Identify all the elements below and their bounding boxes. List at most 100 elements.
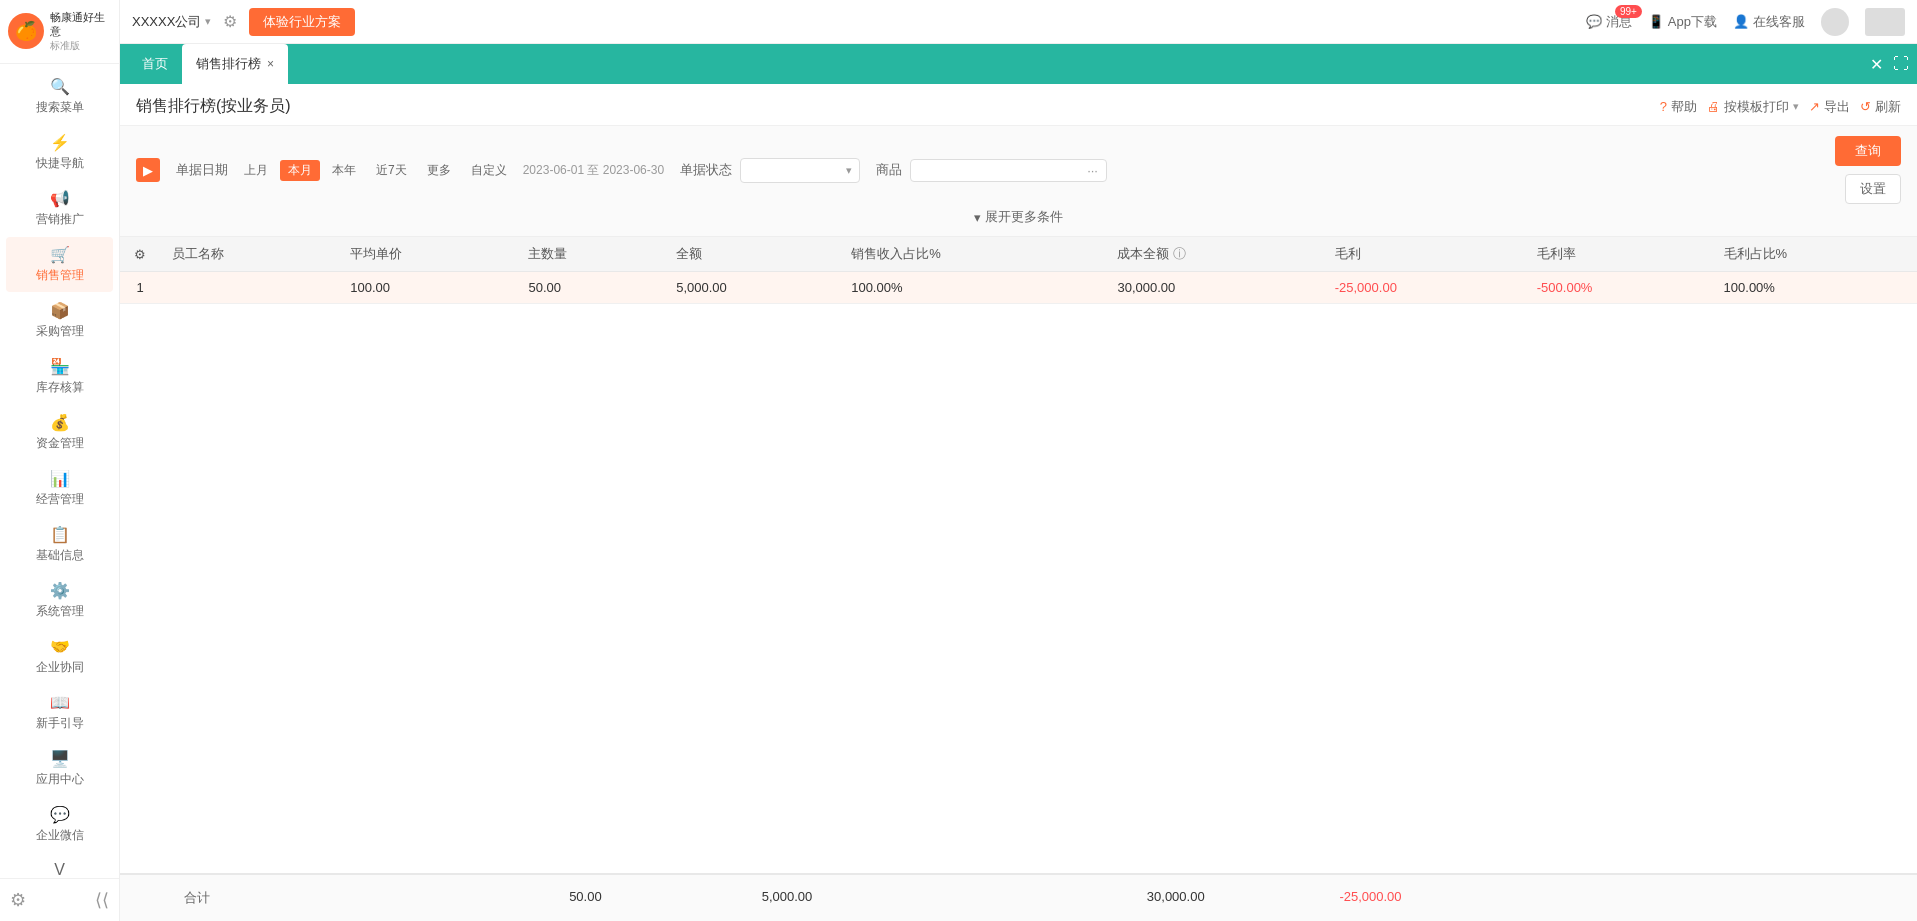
sidebar-label-12: 应用中心 [36,771,84,788]
sidebar-icon-11: 📖 [50,693,70,712]
collapse-icon[interactable]: ⟨⟨ [95,889,109,911]
trial-button[interactable]: 体验行业方案 [249,8,355,36]
sidebar-item-11[interactable]: 📖新手引导 [6,685,113,740]
col-settings[interactable]: ⚙ [120,237,160,272]
expand-button[interactable]: ▾ 展开更多条件 [974,208,1063,226]
data-table: ⚙ 员工名称 平均单价 主数量 全额 销售收入占比% 成本全额 ⓘ 毛利 毛利率… [120,237,1917,304]
row-avg-price: 100.00 [338,272,516,304]
avatar[interactable] [1821,8,1849,36]
col-sales-pct: 销售收入占比% [839,237,1105,272]
table-head: ⚙ 员工名称 平均单价 主数量 全额 销售收入占比% 成本全额 ⓘ 毛利 毛利率… [120,237,1917,272]
sidebar-item-4[interactable]: 📦采购管理 [6,293,113,348]
table-footer: 合计 50.00 5,000.00 30,000.00 -25,000.00 [120,873,1917,921]
tab-close-icon[interactable]: × [267,57,274,71]
sidebar-item-3[interactable]: 🛒销售管理 [6,237,113,292]
export-button[interactable]: ↗ 导出 [1809,98,1850,116]
row-qty: 50.00 [516,272,664,304]
sidebar-item-0[interactable]: 🔍搜索菜单 [6,69,113,124]
sidebar-item-6[interactable]: 💰资金管理 [6,405,113,460]
sidebar-icon-6: 💰 [50,413,70,432]
sidebar-item-1[interactable]: ⚡快捷导航 [6,125,113,180]
status-select[interactable] [740,158,860,183]
col-avg-price: 平均单价 [338,237,516,272]
settings-icon[interactable]: ⚙ [10,889,26,911]
right-buttons: 查询 设置 [1835,136,1901,204]
sidebar-item-13[interactable]: 💬企业微信 [6,797,113,852]
header-settings-icon[interactable]: ⚙ [223,12,237,31]
footer-qty: 50.00 [557,883,750,913]
sidebar-icon-0: 🔍 [50,77,70,96]
footer-settings [132,883,172,913]
filter-area: ▶ 单据日期 上月 本月 本年 近7天 更多 自定义 2023-06-01 至 … [120,126,1917,237]
sidebar-label-10: 企业协同 [36,659,84,676]
row-cost: 30,000.00 [1105,272,1322,304]
goods-input-wrapper: ··· [910,159,1107,182]
sidebar-item-9[interactable]: ⚙️系统管理 [6,573,113,628]
date-tab-this-year[interactable]: 本年 [324,160,364,181]
cost-info-icon[interactable]: ⓘ [1173,246,1186,261]
tab-maximize-icon[interactable]: ⛶ [1893,55,1909,73]
row-sales-pct: 100.00% [839,272,1105,304]
date-tab-7days[interactable]: 近7天 [368,160,415,181]
company-selector[interactable]: XXXXX公司 ▾ [132,13,211,31]
goods-filter-group: 商品 ··· [876,159,1107,182]
sidebar-icon-7: 📊 [50,469,70,488]
row-employee [160,272,338,304]
expand-arrow-icon: ▾ [974,210,981,225]
user-name-placeholder [1865,8,1905,36]
col-employee: 员工名称 [160,237,338,272]
tab-home[interactable]: 首页 [128,44,182,84]
date-tab-last-month[interactable]: 上月 [236,160,276,181]
sidebar-item-2[interactable]: 📢营销推广 [6,181,113,236]
company-name: XXXXX公司 [132,13,201,31]
print-arrow-icon: ▾ [1793,100,1799,113]
sidebar-footer: ⚙ ⟨⟨ [0,878,119,921]
settings-button[interactable]: 设置 [1845,174,1901,204]
main-area: XXXXX公司 ▾ ⚙ 体验行业方案 💬 消息 99+ 📱 App下载 👤 在线… [120,0,1917,921]
row-gross-rate: -500.00% [1525,272,1712,304]
print-button[interactable]: 🖨 按模板打印 ▾ [1707,98,1799,116]
tab-close-window-icon[interactable]: ✕ [1870,55,1883,74]
print-icon: 🖨 [1707,99,1720,114]
date-tab-more[interactable]: 更多 [419,160,459,181]
tab-sales-ranking[interactable]: 销售排行榜 × [182,44,288,84]
online-support-item[interactable]: 👤 在线客服 [1733,13,1805,31]
sidebar-label-13: 企业微信 [36,827,84,844]
sidebar-item-14[interactable]: V畅会员 [6,853,113,878]
filter-collapse-button[interactable]: ▶ [136,158,160,182]
help-button[interactable]: ? 帮助 [1660,98,1697,116]
date-tab-custom[interactable]: 自定义 [463,160,515,181]
sidebar-item-10[interactable]: 🤝企业协同 [6,629,113,684]
refresh-button[interactable]: ↺ 刷新 [1860,98,1901,116]
sidebar-item-8[interactable]: 📋 基础信息 [6,517,113,572]
sidebar-item-7[interactable]: 📊经营管理 [6,461,113,516]
expand-label: 展开更多条件 [985,208,1063,226]
sidebar-label-8: 基础信息 [36,547,84,564]
col-gross: 毛利 [1323,237,1525,272]
message-badge: 99+ [1615,5,1642,18]
date-tabs: 上月 本月 本年 近7天 更多 自定义 [236,160,515,181]
sidebar-item-12[interactable]: 🖥️ 应用中心 [6,741,113,796]
tab-right-actions: ✕ ⛶ [1870,55,1909,74]
col-qty: 主数量 [516,237,664,272]
sidebar-icon-12: 🖥️ [50,749,70,768]
tab-bar: 首页 销售排行榜 × ✕ ⛶ [120,44,1917,84]
refresh-icon: ↺ [1860,99,1871,114]
sidebar-item-5[interactable]: 🏪库存核算 [6,349,113,404]
app-download-label: App下载 [1668,13,1717,31]
sidebar-logo: 🍊 畅康通好生意 标准版 [0,0,119,64]
row-total: 5,000.00 [664,272,839,304]
sidebar-label-3: 销售管理 [36,267,84,284]
sidebar-icon-8: 📋 [50,525,70,544]
company-arrow-icon: ▾ [205,15,211,28]
query-button[interactable]: 查询 [1835,136,1901,166]
export-icon: ↗ [1809,99,1820,114]
footer-gross-rate [1520,883,1713,913]
app-download-item[interactable]: 📱 App下载 [1648,13,1717,31]
sidebar-icon-9: ⚙️ [50,581,70,600]
date-tab-this-month[interactable]: 本月 [280,160,320,181]
goods-more-icon[interactable]: ··· [1087,163,1098,178]
content: 销售排行榜(按业务员) ? 帮助 🖨 按模板打印 ▾ ↗ 导出 [120,84,1917,921]
message-item[interactable]: 💬 消息 99+ [1586,13,1632,31]
goods-input[interactable] [919,163,1087,178]
